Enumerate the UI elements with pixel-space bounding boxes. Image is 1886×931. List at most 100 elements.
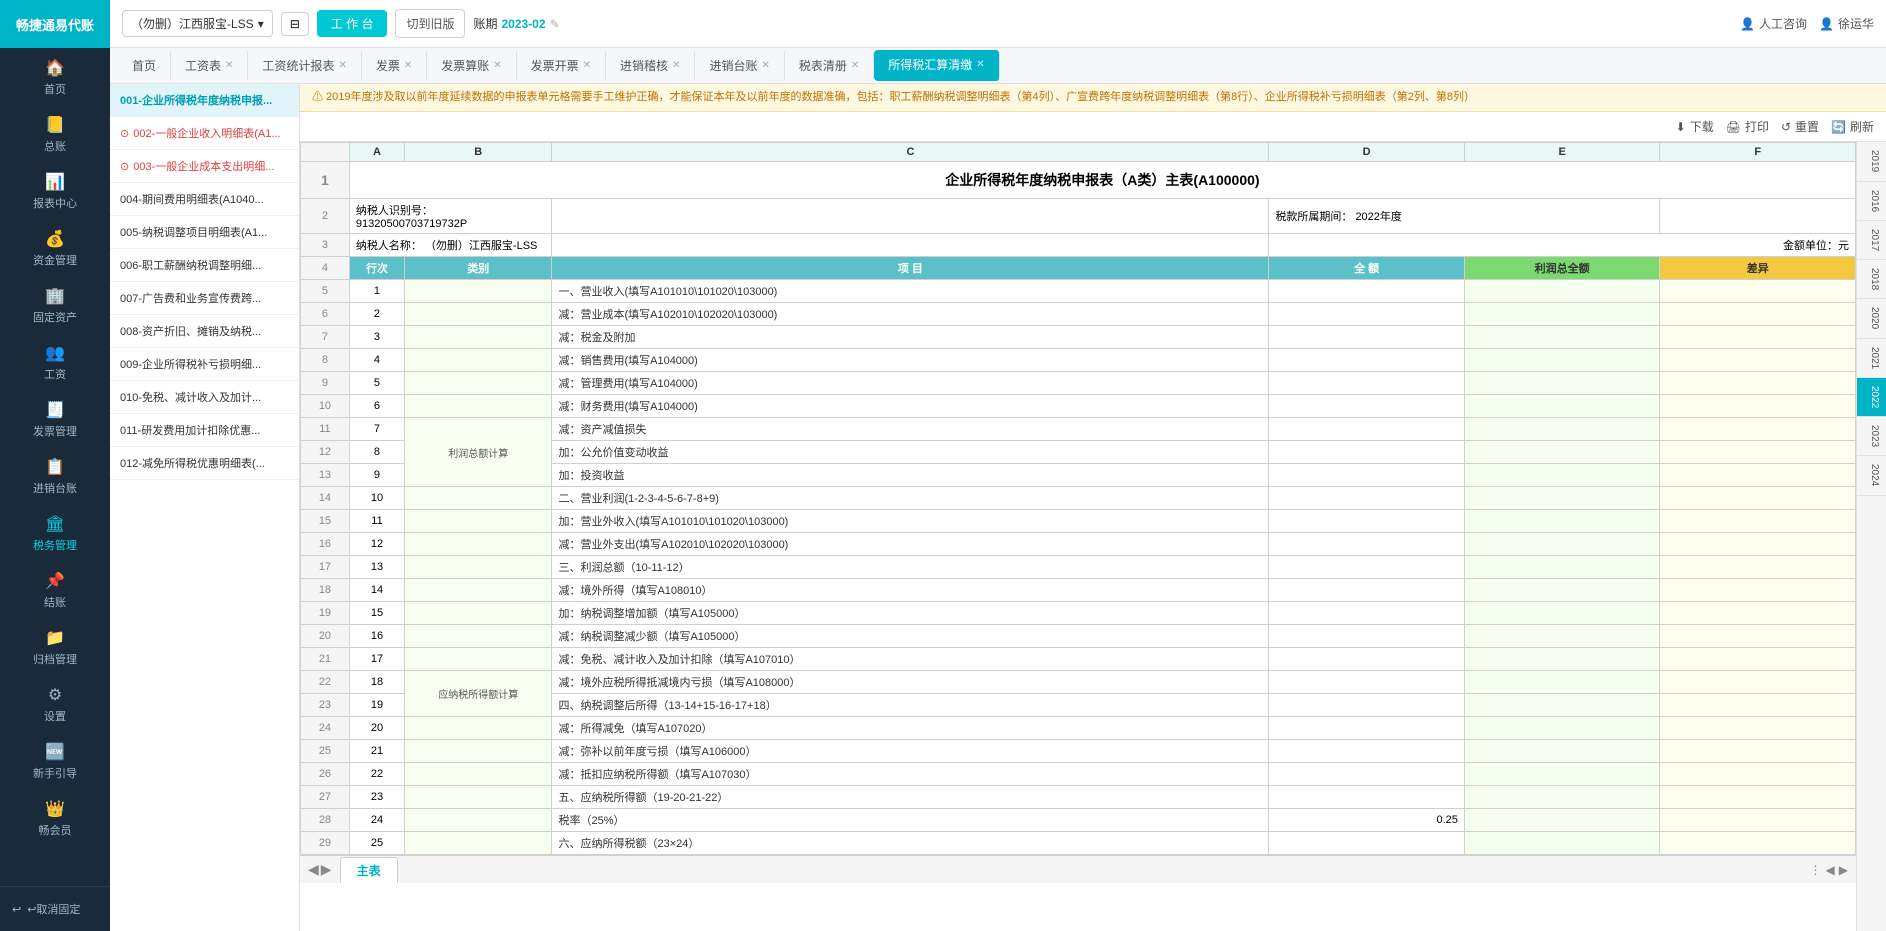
left-panel-item-6[interactable]: 007-广告费和业务宣传费跨...: [110, 282, 299, 315]
switch-button[interactable]: 切到旧版: [395, 9, 465, 38]
download-icon: ⬇: [1676, 120, 1686, 134]
table-row: 22 18 应纳税所得额计算 减：境外应税所得抵减境内亏损（填写A108000）: [301, 671, 1856, 694]
left-panel-item-10[interactable]: 011-研发费用加计扣除优惠...: [110, 414, 299, 447]
next-sheet-button[interactable]: ▶: [321, 861, 332, 878]
tab-sales-ledger[interactable]: 进销台账 ✕: [695, 51, 784, 80]
sidebar-item-home[interactable]: 🏠 首页: [0, 48, 110, 105]
tab-invoice-open[interactable]: 发票开票 ✕: [517, 51, 606, 80]
sidebar-item-tax[interactable]: 🏛 税务管理: [0, 504, 110, 561]
year-item-2016[interactable]: 2016: [1857, 182, 1886, 221]
year-item-2023[interactable]: 2023: [1857, 417, 1886, 456]
sidebar: 畅捷通易代账 🏠 首页 📒 总账 📊 报表中心 💰 资金管理 🏢 固定资产 👥 …: [0, 0, 110, 931]
company-selector[interactable]: （勿删）江西服宝-LSS ▾: [122, 10, 273, 37]
consult-item[interactable]: 👤 人工咨询: [1740, 15, 1807, 32]
sidebar-item-assets[interactable]: 🏢 固定资产: [0, 276, 110, 333]
tab-close-salary[interactable]: ✕: [225, 60, 233, 71]
sidebar-item-salary[interactable]: 👥 工资: [0, 333, 110, 390]
table-row-company: 3 纳税人名称： （勿删）江西服宝-LSS 金额单位：元: [301, 234, 1856, 257]
tab-salary[interactable]: 工资表 ✕: [171, 51, 248, 80]
col-rownum: 行次: [349, 257, 404, 280]
spreadsheet-area: A B C D E F 1 企业所: [300, 142, 1886, 931]
period-edit-icon[interactable]: ✎: [550, 17, 560, 31]
tab-close-invoice[interactable]: ✕: [404, 60, 412, 71]
sidebar-item-vip[interactable]: 👑 畅会员: [0, 789, 110, 846]
print-button[interactable]: 🖨 打印: [1726, 118, 1769, 135]
user-icon: 👤: [1819, 17, 1834, 31]
sidebar-item-funds[interactable]: 💰 资金管理: [0, 219, 110, 276]
user-item[interactable]: 👤 徐运华: [1819, 15, 1874, 32]
sidebar-item-guide[interactable]: 🆕 新手引导: [0, 732, 110, 789]
tab-close-invoice-calc[interactable]: ✕: [493, 60, 501, 71]
tab-close-invoice-open[interactable]: ✕: [583, 60, 591, 71]
workbench-button[interactable]: 工 作 台: [317, 10, 388, 37]
table-row: 29 25 六、应纳所得税额（23×24）: [301, 832, 1856, 855]
warning-bar: ⚠ 2019年度涉及取以前年度延续数据的申报表单元格需要手工维护正确，才能保证本…: [300, 84, 1886, 112]
tab-close-tax-annual[interactable]: ✕: [976, 59, 984, 70]
col-amount: 全 额: [1269, 257, 1465, 280]
tab-close-sales-check[interactable]: ✕: [672, 60, 680, 71]
table-row: 25 21 减：弥补以前年度亏损（填写A106000）: [301, 740, 1856, 763]
left-panel-item-8[interactable]: 009-企业所得税补亏损明细...: [110, 348, 299, 381]
left-panel-item-4[interactable]: 005-纳税调整项目明细表(A1...: [110, 216, 299, 249]
warning-icon: ⚠: [312, 91, 323, 103]
app-logo: 畅捷通易代账: [0, 0, 110, 48]
tab-invoice[interactable]: 发票 ✕: [362, 51, 427, 80]
tab-close-salary-stats[interactable]: ✕: [338, 60, 346, 71]
left-panel-item-7[interactable]: 008-资产折旧、摊销及纳税...: [110, 315, 299, 348]
year-item-2019[interactable]: 2019: [1857, 142, 1886, 181]
top-bar: （勿删）江西服宝-LSS ▾ ⊟ 工 作 台 切到旧版 账期 2023-02 ✎…: [110, 0, 1886, 48]
prev-sheet-button[interactable]: ◀: [308, 861, 319, 878]
sidebar-item-ledger[interactable]: 📒 总账: [0, 105, 110, 162]
tab-invoice-calc[interactable]: 发票算账 ✕: [427, 51, 516, 80]
sidebar-item-sales[interactable]: 📋 进销台账: [0, 447, 110, 504]
sheet-tab-main[interactable]: 主表: [340, 857, 398, 883]
left-panel-item-2[interactable]: ⊙ 003-一般企业成本支出明细...: [110, 150, 299, 183]
sidebar-item-settings[interactable]: ⚙ 设置: [0, 675, 110, 732]
sheet-main[interactable]: A B C D E F 1 企业所: [300, 142, 1856, 931]
col-profit: 利润总全额: [1464, 257, 1660, 280]
sidebar-item-reports[interactable]: 📊 报表中心: [0, 162, 110, 219]
tab-sales-check[interactable]: 进销稽核 ✕: [606, 51, 695, 80]
sidebar-item-close[interactable]: 📌 结账: [0, 561, 110, 618]
sheet-menu-icon[interactable]: ⋮: [1810, 863, 1822, 877]
left-panel-item-3[interactable]: 004-期间费用明细表(A1040...: [110, 183, 299, 216]
sheet-tabs-bar: ◀ ▶ 主表 ⋮ ◀ ▶: [300, 855, 1856, 883]
tab-close-tax-list[interactable]: ✕: [851, 60, 859, 71]
scroll-left-icon[interactable]: ◀: [1826, 863, 1835, 877]
table-row: 27 23 五、应纳税所得额（19-20-21-22）: [301, 786, 1856, 809]
left-panel-item-5[interactable]: 006-职工薪酬纳税调整明细...: [110, 249, 299, 282]
reset-icon: ↺: [1781, 120, 1791, 134]
vip-icon: 👑: [45, 799, 65, 819]
year-item-2017[interactable]: 2017: [1857, 221, 1886, 260]
year-item-2021[interactable]: 2021: [1857, 339, 1886, 378]
left-panel-item-1[interactable]: ⊙ 002-一般企业收入明细表(A1...: [110, 117, 299, 150]
tab-tax-list[interactable]: 税表清册 ✕: [785, 51, 874, 80]
archive-icon: 📁: [45, 628, 65, 648]
left-panel-item-9[interactable]: 010-免税、减计收入及加计...: [110, 381, 299, 414]
refresh-button[interactable]: 🔄 刷新: [1831, 118, 1874, 135]
content-area: 001-企业所得税年度纳税申报... ⊙ 002-一般企业收入明细表(A1...…: [110, 84, 1886, 931]
unpin-button[interactable]: ↩ ↩取消固定: [0, 895, 110, 923]
table-row: 6 2 减：营业成本(填写A102010\102020\103000): [301, 303, 1856, 326]
reset-button[interactable]: ↺ 重置: [1781, 118, 1819, 135]
left-panel-item-11[interactable]: 012-减免所得税优惠明细表(...: [110, 447, 299, 480]
left-panel-item-0[interactable]: 001-企业所得税年度纳税申报...: [110, 84, 299, 117]
tab-salary-stats[interactable]: 工资统计报表 ✕: [248, 51, 361, 80]
year-item-2024[interactable]: 2024: [1857, 456, 1886, 495]
sidebar-item-archive[interactable]: 📁 归档管理: [0, 618, 110, 675]
top-right: 👤 人工咨询 👤 徐运华: [1740, 15, 1874, 32]
download-button[interactable]: ⬇ 下载: [1676, 118, 1714, 135]
company-label: （勿删）江西服宝-LSS: [131, 15, 254, 32]
scroll-right-icon[interactable]: ▶: [1839, 863, 1848, 877]
right-main: ⚠ 2019年度涉及取以前年度延续数据的申报表单元格需要手工维护正确，才能保证本…: [300, 84, 1886, 931]
sidebar-item-invoices[interactable]: 🧾 发票管理: [0, 390, 110, 447]
year-item-2022[interactable]: 2022: [1857, 378, 1886, 417]
error-icon-1: ⊙: [120, 127, 129, 140]
year-item-2018[interactable]: 2018: [1857, 260, 1886, 299]
tab-tax-annual[interactable]: 所得税汇算清缴 ✕: [874, 50, 999, 81]
year-item-2020[interactable]: 2020: [1857, 299, 1886, 338]
copy-button[interactable]: ⊟: [281, 12, 309, 36]
tab-close-sales-ledger[interactable]: ✕: [761, 60, 769, 71]
table-row: 5 1 一、营业收入(填写A101010\101020\103000): [301, 280, 1856, 303]
tab-home[interactable]: 首页: [118, 51, 171, 80]
